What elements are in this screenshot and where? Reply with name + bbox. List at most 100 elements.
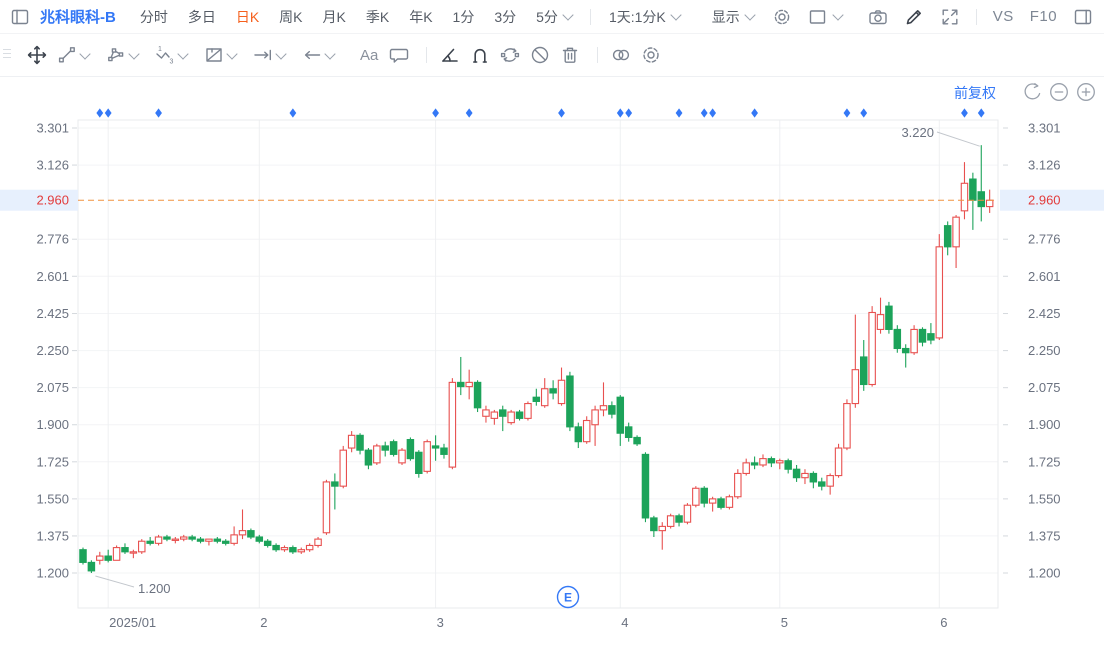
candle [624, 426, 633, 438]
event-diamond-icon[interactable] [700, 108, 708, 118]
candle [708, 498, 717, 504]
tab-quarterly-k[interactable]: 季K [366, 7, 389, 27]
event-diamond-icon[interactable] [709, 108, 717, 118]
event-diamond-icon[interactable] [616, 108, 624, 118]
note-bubble-tool-icon[interactable] [388, 44, 410, 66]
candle [230, 534, 238, 544]
event-diamond-icon[interactable] [432, 108, 439, 118]
y-axis-label: 2.601 [36, 269, 69, 284]
zoom-in-button[interactable] [1077, 83, 1095, 101]
candle [179, 536, 188, 540]
candle [482, 409, 490, 417]
compare-overlay-icon[interactable] [610, 44, 632, 66]
event-diamond-icon[interactable] [558, 108, 565, 118]
tab-weekly-k[interactable]: 周K [279, 7, 302, 27]
event-diamond-icon[interactable] [465, 108, 473, 118]
candle [935, 246, 944, 339]
candle [272, 544, 280, 551]
fullscreen-icon[interactable] [940, 7, 960, 27]
candle [582, 419, 591, 443]
f10-button[interactable]: F10 [1030, 8, 1057, 25]
chart-pattern-tool-icon[interactable] [203, 44, 244, 66]
low-price-label: 1.200 [138, 581, 171, 596]
candle [196, 538, 205, 542]
event-diamond-icon[interactable] [843, 108, 851, 118]
tab-5min[interactable]: 5分 [536, 7, 574, 27]
y-axis-label: 3.301 [1028, 121, 1061, 136]
measure-arrow-tool-icon[interactable] [252, 44, 293, 66]
candle [138, 540, 146, 553]
y-axis-label: 1.725 [1028, 454, 1061, 469]
draw-settings-icon[interactable] [640, 44, 662, 66]
tab-monthly-k[interactable]: 月K [323, 7, 346, 27]
candle [599, 405, 608, 411]
settings-icon[interactable] [772, 7, 792, 27]
interval-selector[interactable]: 1天:1分K [609, 7, 682, 27]
tab-timeshare[interactable]: 分时 [140, 7, 168, 27]
move-tool-icon[interactable] [26, 44, 48, 66]
candle [818, 481, 826, 487]
high-price-label: 3.220 [901, 125, 934, 140]
drag-handle-icon[interactable] [3, 49, 11, 58]
event-diamond-icon[interactable] [625, 108, 633, 118]
event-diamond-icon[interactable] [104, 108, 112, 118]
tab-multiday[interactable]: 多日 [188, 7, 216, 27]
y-axis-label: 1.725 [36, 454, 69, 469]
y-axis-label: 1.200 [1028, 566, 1061, 581]
panel-left-icon[interactable] [10, 7, 30, 27]
stock-name[interactable]: 兆科眼科-B [40, 6, 116, 27]
candle [498, 409, 507, 417]
candle [549, 388, 557, 394]
candle [943, 225, 952, 248]
adjustment-mode-label[interactable]: 前复权 [954, 85, 996, 101]
tab-3min[interactable]: 3分 [494, 7, 516, 27]
magnet-tool-icon[interactable] [469, 44, 491, 66]
candle [759, 458, 767, 466]
y-axis-label: 1.200 [36, 566, 69, 581]
camera-icon[interactable] [868, 7, 888, 27]
candle [431, 445, 440, 449]
event-e-icon[interactable]: E [556, 585, 580, 609]
auto-continue-tool-icon[interactable] [499, 44, 521, 66]
event-diamond-icon[interactable] [155, 108, 162, 118]
y-axis-label: 3.301 [36, 121, 69, 136]
panel-right-icon[interactable] [1073, 7, 1093, 27]
candle [524, 403, 532, 419]
event-markers[interactable] [96, 108, 985, 118]
vs-button[interactable]: VS [993, 8, 1014, 25]
candle [322, 481, 331, 534]
shape-tool-icon[interactable] [105, 44, 146, 66]
trend-line-tool-icon[interactable] [56, 44, 97, 66]
zoom-out-button[interactable] [1050, 83, 1068, 101]
tab-daily-k[interactable]: 日K [236, 7, 259, 27]
event-diamond-icon[interactable] [860, 108, 868, 118]
event-diamond-icon[interactable] [977, 108, 985, 118]
display-menu[interactable]: 显示 [712, 7, 756, 27]
y-axis-label: 2.425 [1028, 306, 1061, 321]
x-axis-label: 5 [781, 615, 788, 630]
event-diamond-icon[interactable] [289, 108, 297, 118]
candle [448, 381, 457, 468]
event-diamond-icon[interactable] [675, 108, 683, 118]
wave-count-tool-icon[interactable]: 13 [154, 44, 195, 66]
candle [784, 460, 792, 470]
svg-text:1: 1 [158, 46, 162, 53]
pencil-icon[interactable] [904, 7, 924, 27]
event-diamond-icon[interactable] [751, 108, 758, 118]
reset-zoom-button[interactable] [1024, 82, 1041, 100]
angle-tool-icon[interactable] [439, 44, 461, 66]
layout-select-icon[interactable] [808, 7, 844, 27]
text-tool-icon[interactable]: Aa [360, 47, 378, 64]
tab-yearly-k[interactable]: 年K [409, 7, 432, 27]
event-diamond-icon[interactable] [96, 108, 104, 118]
delete-drawings-icon[interactable] [559, 44, 581, 66]
y-axis-label: 1.550 [1028, 491, 1061, 506]
candle [742, 462, 750, 475]
candlestick-chart[interactable]: 3.301 3.301 3.126 3.126 2.776 2.776 2.601 2.601… [0, 0, 1104, 649]
tab-1min[interactable]: 1分 [453, 7, 475, 27]
event-diamond-icon[interactable] [961, 108, 968, 118]
hide-drawings-icon[interactable] [529, 44, 551, 66]
candle [734, 472, 742, 498]
candle [221, 540, 230, 544]
arrow-tool-icon[interactable] [301, 44, 342, 66]
